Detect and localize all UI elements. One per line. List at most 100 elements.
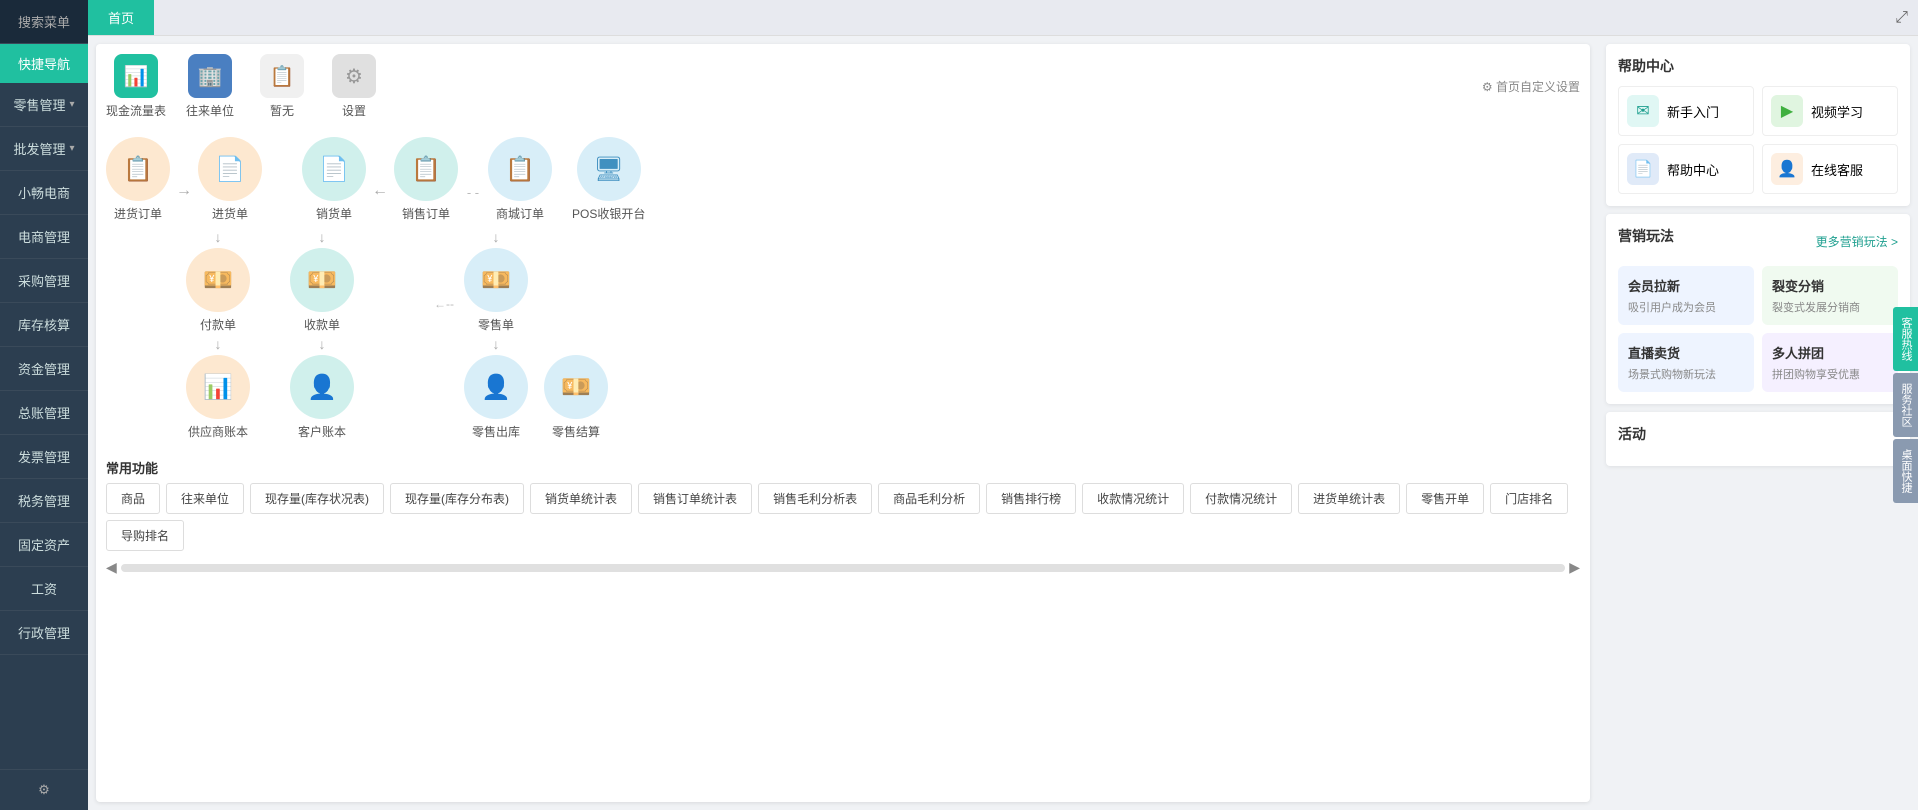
func-btn-sales-summary[interactable]: 销货单统计表 bbox=[530, 483, 632, 514]
flow-node-receipt[interactable]: 💴 收款单 bbox=[290, 248, 354, 333]
float-btn-community[interactable]: 服务社区 bbox=[1893, 373, 1918, 437]
arrow-down-retail-bill: ↓ bbox=[464, 337, 528, 351]
main-area: 首页 ⤢ 📊 现金流量表 🏢 bbox=[88, 0, 1918, 810]
fission-sub: 裂变式发展分销商 bbox=[1772, 299, 1888, 315]
flow-node-retail-bill[interactable]: 💴 零售单 bbox=[464, 248, 528, 333]
flow-node-sales-order[interactable]: 📋 销售订单 bbox=[394, 137, 458, 222]
func-btn-order-summary[interactable]: 销售订单统计表 bbox=[638, 483, 752, 514]
func-btn-receipt-stats[interactable]: 收款情况统计 bbox=[1082, 483, 1184, 514]
func-btn-sales-rank[interactable]: 销售排行榜 bbox=[986, 483, 1076, 514]
sidebar-item-tax[interactable]: 税务管理 bbox=[0, 479, 88, 523]
chevron-down-icon: ▾ bbox=[69, 143, 74, 154]
scroll-right-btn[interactable]: ▶ bbox=[1569, 559, 1580, 576]
flow-node-retail-settle[interactable]: 💴 零售结算 bbox=[544, 355, 608, 440]
float-btn-desktop[interactable]: 桌面快捷 bbox=[1893, 439, 1918, 503]
purchase-bill-icon: 📄 bbox=[198, 137, 262, 201]
flow-node-purchase-order[interactable]: 📋 进货订单 bbox=[106, 137, 170, 222]
marketing-member[interactable]: 会员拉新 吸引用户成为会员 bbox=[1618, 266, 1754, 325]
sidebar-item-finance[interactable]: 资金管理 bbox=[0, 347, 88, 391]
retail-bill-icon: 💴 bbox=[464, 248, 528, 312]
marketing-group[interactable]: 多人拼团 拼团购物享受优惠 bbox=[1762, 333, 1898, 392]
shortcuts-row: 📊 现金流量表 🏢 往来单位 📋 暂无 bbox=[106, 54, 1482, 119]
flow-node-pos[interactable]: 🖥 POS收银开台 bbox=[572, 137, 645, 222]
shortcut-cashflow[interactable]: 📊 现金流量表 bbox=[106, 54, 166, 119]
flow-node-sales-bill[interactable]: 📄 销货单 bbox=[302, 137, 366, 222]
scroll-left-btn[interactable]: ◀ bbox=[106, 559, 117, 576]
flow-node-customer[interactable]: 👤 客户账本 bbox=[290, 355, 354, 440]
shortcut-none[interactable]: 📋 暂无 bbox=[254, 54, 310, 119]
help-item-beginner[interactable]: ✉ 新手入门 bbox=[1618, 86, 1754, 136]
shortcut-settings[interactable]: ⚙ 设置 bbox=[326, 54, 382, 119]
scroll-track[interactable] bbox=[121, 564, 1565, 572]
arrow-down-payment: ↓ bbox=[186, 337, 250, 351]
shortcut-contacts[interactable]: 🏢 往来单位 bbox=[182, 54, 238, 119]
group-title: 多人拼团 bbox=[1772, 343, 1888, 362]
sidebar-quicknav[interactable]: 快捷导航 bbox=[0, 44, 88, 83]
func-btn-purchase-summary[interactable]: 进货单统计表 bbox=[1298, 483, 1400, 514]
func-btn-goods[interactable]: 商品 bbox=[106, 483, 160, 514]
payment-label: 付款单 bbox=[200, 316, 236, 333]
shortcut-settings-label: 设置 bbox=[342, 102, 366, 119]
arrow-down-sales: ↓ bbox=[290, 230, 354, 244]
arrow-right-1: → bbox=[176, 182, 192, 222]
float-btn-hotline[interactable]: 客服热线 bbox=[1893, 307, 1918, 371]
flow-node-retail-out[interactable]: 👤 零售出库 bbox=[464, 355, 528, 440]
tab-home[interactable]: 首页 bbox=[88, 0, 154, 35]
sidebar-item-ecommerce[interactable]: 电商管理 bbox=[0, 215, 88, 259]
flow-node-mall-order[interactable]: 📋 商城订单 bbox=[488, 137, 552, 222]
help-item-helpcenter[interactable]: 📄 帮助中心 bbox=[1618, 144, 1754, 194]
sidebar-item-inventory[interactable]: 库存核算 bbox=[0, 303, 88, 347]
activity-title: 活动 bbox=[1618, 424, 1898, 444]
flow-node-supplier[interactable]: 📊 供应商账本 bbox=[186, 355, 250, 440]
func-btn-profit-analysis[interactable]: 销售毛利分析表 bbox=[758, 483, 872, 514]
func-btn-goods-profit[interactable]: 商品毛利分析 bbox=[878, 483, 980, 514]
func-btn-retail-order[interactable]: 零售开单 bbox=[1406, 483, 1484, 514]
mall-order-icon: 📋 bbox=[488, 137, 552, 201]
sidebar-item-payroll[interactable]: 工资 bbox=[0, 567, 88, 611]
retail-bill-label: 零售单 bbox=[478, 316, 514, 333]
sidebar-item-wholesale[interactable]: 批发管理 ▾ bbox=[0, 127, 88, 171]
dashed1: - - bbox=[458, 185, 488, 222]
func-btn-payment-stats[interactable]: 付款情况统计 bbox=[1190, 483, 1292, 514]
arrow-down-purchase: ↓ bbox=[186, 230, 250, 244]
func-btn-guide-rank[interactable]: 导购排名 bbox=[106, 520, 184, 551]
customize-link[interactable]: ⚙ 首页自定义设置 bbox=[1482, 78, 1580, 95]
help-item-online[interactable]: 👤 在线客服 bbox=[1762, 144, 1898, 194]
func-btn-store-rank[interactable]: 门店排名 bbox=[1490, 483, 1568, 514]
func-grid: 商品 往来单位 现存量(库存状况表) 现存量(库存分布表) 销货单统计表 销售订… bbox=[106, 483, 1580, 551]
sidebar-item-purchase[interactable]: 采购管理 bbox=[0, 259, 88, 303]
help-item-video[interactable]: ▶ 视频学习 bbox=[1762, 86, 1898, 136]
flow-col-retail-bill: 💴 零售单 bbox=[464, 248, 528, 333]
flow-col-customer: 👤 客户账本 bbox=[290, 355, 354, 440]
marketing-live[interactable]: 直播卖货 场景式购物新玩法 bbox=[1618, 333, 1754, 392]
gear-icon[interactable]: ⚙ bbox=[0, 769, 88, 810]
help-section: 帮助中心 ✉ 新手入门 ▶ 视频学习 📄 帮助中心 👤 bbox=[1606, 44, 1910, 206]
group-sub: 拼团购物享受优惠 bbox=[1772, 366, 1888, 382]
func-btn-inventory-dist[interactable]: 现存量(库存分布表) bbox=[390, 483, 524, 514]
flow-col-pos: 🖥 POS收银开台 bbox=[572, 137, 645, 222]
purchase-order-icon: 📋 bbox=[106, 137, 170, 201]
receipt-label: 收款单 bbox=[304, 316, 340, 333]
supplier-icon: 📊 bbox=[186, 355, 250, 419]
scroll-row: ◀ ▶ bbox=[106, 559, 1580, 576]
marketing-fission[interactable]: 裂变分销 裂变式发展分销商 bbox=[1762, 266, 1898, 325]
sidebar-item-invoice[interactable]: 发票管理 bbox=[0, 435, 88, 479]
sidebar-item-ledger[interactable]: 总账管理 bbox=[0, 391, 88, 435]
sidebar-item-xiaochangec[interactable]: 小畅电商 bbox=[0, 171, 88, 215]
payment-icon: 💴 bbox=[186, 248, 250, 312]
member-sub: 吸引用户成为会员 bbox=[1628, 299, 1744, 315]
flow-col-receipt: 💴 收款单 bbox=[290, 248, 354, 333]
content-area: 📊 现金流量表 🏢 往来单位 📋 暂无 bbox=[88, 36, 1918, 810]
more-marketing-link[interactable]: 更多营销玩法 > bbox=[1816, 233, 1898, 250]
sidebar-item-assets[interactable]: 固定资产 bbox=[0, 523, 88, 567]
sidebar-item-retail[interactable]: 零售管理 ▾ bbox=[0, 83, 88, 127]
right-panel: 帮助中心 ✉ 新手入门 ▶ 视频学习 📄 帮助中心 👤 bbox=[1598, 36, 1918, 810]
sidebar-search[interactable]: 搜索菜单 bbox=[0, 0, 88, 44]
func-btn-inventory-status[interactable]: 现存量(库存状况表) bbox=[250, 483, 384, 514]
func-btn-contacts[interactable]: 往来单位 bbox=[166, 483, 244, 514]
flow-node-payment[interactable]: 💴 付款单 bbox=[186, 248, 250, 333]
expand-icon[interactable]: ⤢ bbox=[1885, 0, 1918, 35]
sidebar-item-admin[interactable]: 行政管理 bbox=[0, 611, 88, 655]
dashed2 bbox=[552, 200, 572, 222]
flow-node-purchase-bill[interactable]: 📄 进货单 bbox=[198, 137, 262, 222]
